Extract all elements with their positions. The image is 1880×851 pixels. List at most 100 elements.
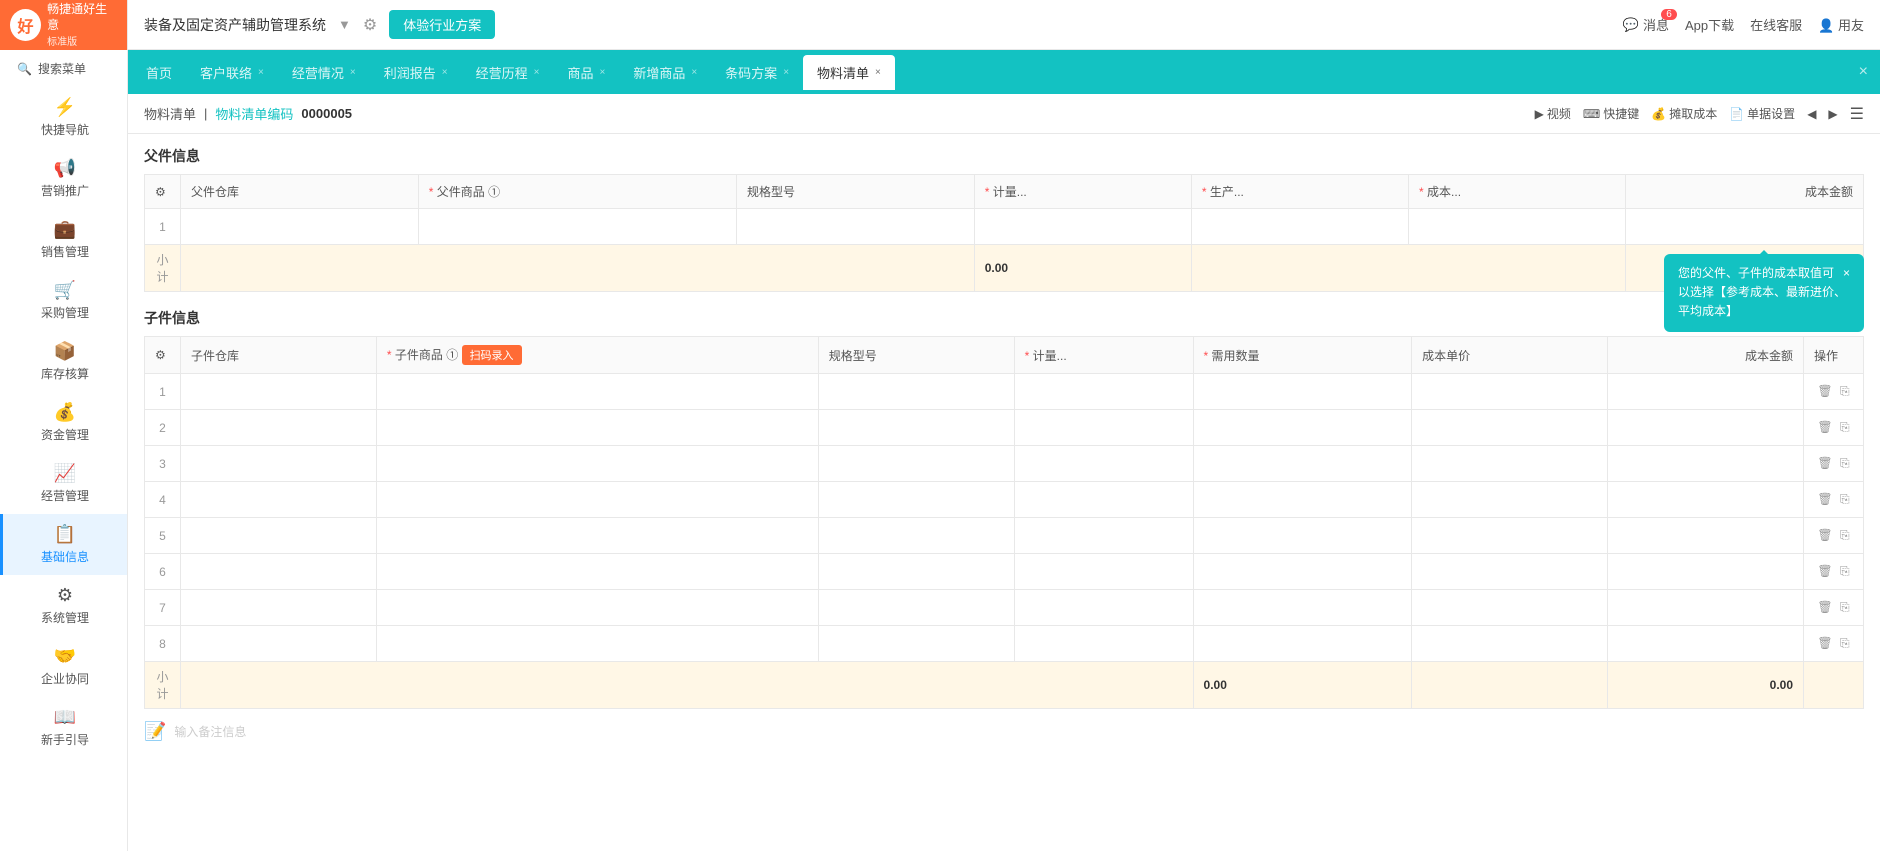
sidebar-item-marketing[interactable]: 📢 营销推广 — [0, 148, 127, 209]
parent-col-amount: 成本金额 — [1626, 175, 1864, 209]
finance-icon: 💰 — [54, 402, 76, 423]
tab-new-goods-close[interactable]: × — [691, 67, 697, 78]
tab-barcode-close[interactable]: × — [783, 67, 789, 78]
tab-barcode-label: 条码方案 — [725, 63, 777, 82]
sidebar-item-collab[interactable]: 🤝 企业协同 — [0, 636, 127, 697]
tooltip-close-btn[interactable]: × — [1843, 264, 1850, 283]
copy-icon-5[interactable]: ⎘ — [1840, 528, 1850, 542]
copy-icon-4[interactable]: ⎘ — [1840, 492, 1850, 506]
copy-icon-6[interactable]: ⎘ — [1840, 564, 1850, 578]
logo-area: 好 畅捷通好生意 标准版 — [0, 0, 127, 50]
parent-col-unit: * 计量... — [974, 175, 1191, 209]
child-col-gear[interactable]: ⚙ — [145, 337, 181, 374]
sidebar-item-sales[interactable]: 💼 销售管理 — [0, 209, 127, 270]
tab-customer[interactable]: 客户联络 × — [186, 55, 278, 90]
child-warehouse-2[interactable] — [181, 410, 377, 446]
parent-amount-cell[interactable] — [1626, 209, 1864, 245]
parent-unit-cell[interactable] — [974, 209, 1191, 245]
tab-barcode[interactable]: 条码方案 × — [711, 55, 803, 90]
online-service-link[interactable]: 在线客服 — [1750, 15, 1802, 34]
message-area[interactable]: 💬 消息 6 — [1623, 15, 1669, 34]
delete-icon-1[interactable]: 🗑 — [1817, 384, 1832, 398]
delete-icon-6[interactable]: 🗑 — [1817, 564, 1832, 578]
delete-icon-2[interactable]: 🗑 — [1817, 420, 1832, 434]
child-goods-2[interactable] — [376, 410, 818, 446]
child-col-unit-cost: 成本单价 — [1412, 337, 1608, 374]
sidebar-item-basic-info[interactable]: 📋 基础信息 — [0, 514, 127, 575]
tab-bom-close[interactable]: × — [875, 67, 881, 78]
child-row-num-7: 7 — [145, 590, 181, 626]
tab-home[interactable]: 首页 — [132, 55, 186, 90]
child-col-goods: * 子件商品 ① 扫码录入 — [376, 337, 818, 374]
child-unit-cost-1[interactable] — [1412, 374, 1608, 410]
child-unit-2[interactable] — [1014, 410, 1193, 446]
tab-home-label: 首页 — [146, 63, 172, 82]
doc-settings-action[interactable]: 📄 单据设置 — [1729, 105, 1795, 122]
tab-goods[interactable]: 商品 × — [553, 55, 619, 90]
app-download-link[interactable]: App下载 — [1685, 15, 1734, 34]
child-goods-1[interactable] — [376, 374, 818, 410]
parent-spec-cell[interactable] — [736, 209, 974, 245]
close-all-icon[interactable]: × — [1851, 63, 1876, 81]
child-qty-1[interactable] — [1193, 374, 1412, 410]
sidebar-item-quick-nav[interactable]: ⚡ 快捷导航 — [0, 87, 127, 148]
parent-goods-cell[interactable] — [418, 209, 736, 245]
copy-icon-3[interactable]: ⎘ — [1840, 456, 1850, 470]
child-spec-2[interactable] — [818, 410, 1014, 446]
scan-input-btn[interactable]: 扫码录入 — [462, 345, 522, 365]
tab-operation-close[interactable]: × — [350, 67, 356, 78]
parent-col-warehouse: 父件仓库 — [181, 175, 419, 209]
system-icon: ⚙ — [57, 585, 73, 606]
tab-history[interactable]: 经营历程 × — [462, 55, 554, 90]
sidebar-item-operation[interactable]: 📈 经营管理 — [0, 453, 127, 514]
experience-btn[interactable]: 体验行业方案 — [389, 10, 495, 39]
note-placeholder[interactable]: 输入备注信息 — [174, 723, 246, 740]
child-unit-cost-2[interactable] — [1412, 410, 1608, 446]
copy-icon-8[interactable]: ⎘ — [1840, 636, 1850, 650]
delete-icon-8[interactable]: 🗑 — [1817, 636, 1832, 650]
shortcut-action[interactable]: ⌨ 快捷键 — [1583, 105, 1639, 122]
copy-icon-7[interactable]: ⎘ — [1840, 600, 1850, 614]
parent-produce-cell[interactable] — [1191, 209, 1408, 245]
child-warehouse-1[interactable] — [181, 374, 377, 410]
sidebar-item-guide[interactable]: 📖 新手引导 — [0, 697, 127, 758]
operation-icon: 📈 — [54, 463, 76, 484]
cost-action[interactable]: 💰 摊取成本 — [1651, 105, 1717, 122]
tab-customer-close[interactable]: × — [258, 67, 264, 78]
tab-history-close[interactable]: × — [534, 67, 540, 78]
delete-icon-7[interactable]: 🗑 — [1817, 600, 1832, 614]
sidebar-search-item[interactable]: 🔍 搜索菜单 — [0, 50, 127, 87]
delete-icon-5[interactable]: 🗑 — [1817, 528, 1832, 542]
dropdown-arrow-icon[interactable]: ▼ — [338, 17, 351, 32]
sidebar-item-system[interactable]: ⚙ 系统管理 — [0, 575, 127, 636]
parent-col-gear[interactable]: ⚙ — [145, 175, 181, 209]
next-btn[interactable]: ▶ — [1828, 107, 1837, 121]
video-action[interactable]: ▶ 视频 — [1535, 105, 1571, 122]
user-avatar[interactable]: 👤 用友 — [1818, 15, 1864, 34]
grid-view-btn[interactable]: ☰ — [1850, 104, 1864, 124]
child-unit-1[interactable] — [1014, 374, 1193, 410]
delete-icon-4[interactable]: 🗑 — [1817, 492, 1832, 506]
prev-btn[interactable]: ◀ — [1807, 107, 1816, 121]
tab-goods-close[interactable]: × — [599, 67, 605, 78]
sidebar-item-purchase[interactable]: 🛒 采购管理 — [0, 270, 127, 331]
tab-profit[interactable]: 利润报告 × — [370, 55, 462, 90]
breadcrumb-parent[interactable]: 物料清单 — [144, 104, 196, 123]
copy-icon-1[interactable]: ⎘ — [1840, 384, 1850, 398]
sidebar-item-inventory[interactable]: 📦 库存核算 — [0, 331, 127, 392]
gear-settings-icon[interactable]: ⚙ — [363, 15, 377, 35]
child-amount-2[interactable] — [1608, 410, 1804, 446]
parent-warehouse-cell[interactable] — [181, 209, 419, 245]
child-col-action: 操作 — [1804, 337, 1864, 374]
parent-cost-cell[interactable] — [1409, 209, 1626, 245]
tab-bom[interactable]: 物料清单 × — [803, 55, 895, 90]
child-amount-1[interactable] — [1608, 374, 1804, 410]
child-qty-2[interactable] — [1193, 410, 1412, 446]
delete-icon-3[interactable]: 🗑 — [1817, 456, 1832, 470]
tab-new-goods[interactable]: 新增商品 × — [619, 55, 711, 90]
child-spec-1[interactable] — [818, 374, 1014, 410]
sidebar-item-finance[interactable]: 💰 资金管理 — [0, 392, 127, 453]
tab-profit-close[interactable]: × — [442, 67, 448, 78]
copy-icon-2[interactable]: ⎘ — [1840, 420, 1850, 434]
tab-operation[interactable]: 经营情况 × — [278, 55, 370, 90]
